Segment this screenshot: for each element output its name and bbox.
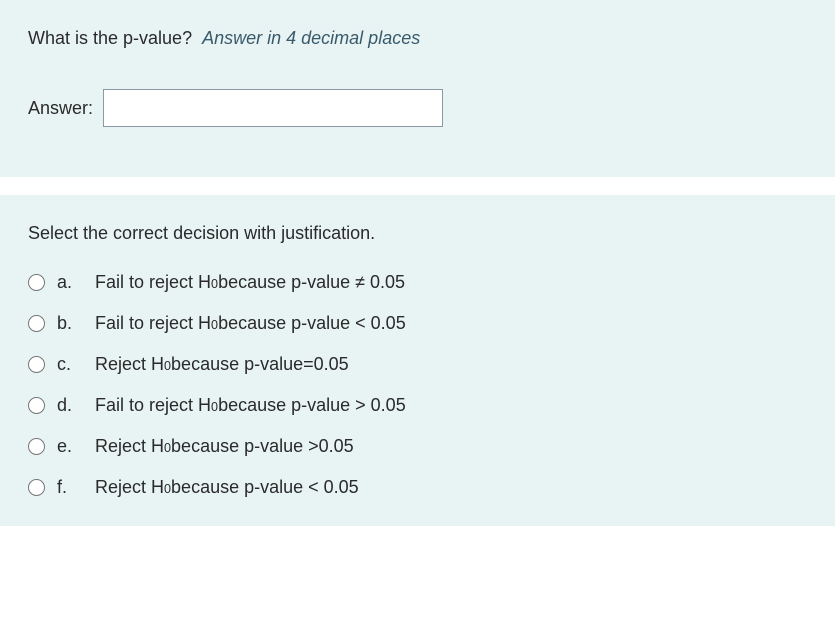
option-letter: a.	[57, 272, 83, 293]
option-text: Fail to reject H0 because p-value > 0.05	[95, 395, 406, 416]
answer-input[interactable]	[103, 89, 443, 127]
option-c[interactable]: c. Reject H0 because p-value=0.05	[28, 354, 807, 375]
option-letter: e.	[57, 436, 83, 457]
pvalue-question-block: What is the p-value? Answer in 4 decimal…	[0, 0, 835, 177]
option-f[interactable]: f. Reject H0 because p-value < 0.05	[28, 477, 807, 498]
radio-e[interactable]	[28, 438, 45, 455]
multiple-choice-block: Select the correct decision with justifi…	[0, 195, 835, 526]
question-instruction: Answer in 4 decimal places	[202, 28, 420, 48]
answer-row: Answer:	[28, 89, 807, 127]
option-letter: f.	[57, 477, 83, 498]
option-letter: d.	[57, 395, 83, 416]
option-d[interactable]: d. Fail to reject H0 because p-value > 0…	[28, 395, 807, 416]
radio-b[interactable]	[28, 315, 45, 332]
option-text: Reject H0 because p-value=0.05	[95, 354, 349, 375]
option-letter: b.	[57, 313, 83, 334]
question-text: What is the p-value? Answer in 4 decimal…	[28, 28, 807, 49]
radio-a[interactable]	[28, 274, 45, 291]
question-main-text: What is the p-value?	[28, 28, 192, 48]
option-text: Fail to reject H0 because p-value < 0.05	[95, 313, 406, 334]
option-text: Fail to reject H0 because p-value ≠ 0.05	[95, 272, 405, 293]
radio-d[interactable]	[28, 397, 45, 414]
option-e[interactable]: e. Reject H0 because p-value >0.05	[28, 436, 807, 457]
option-text: Reject H0 because p-value >0.05	[95, 436, 354, 457]
radio-f[interactable]	[28, 479, 45, 496]
options-list: a. Fail to reject H0 because p-value ≠ 0…	[28, 272, 807, 498]
answer-label: Answer:	[28, 98, 93, 119]
radio-c[interactable]	[28, 356, 45, 373]
option-letter: c.	[57, 354, 83, 375]
option-b[interactable]: b. Fail to reject H0 because p-value < 0…	[28, 313, 807, 334]
mc-question-text: Select the correct decision with justifi…	[28, 223, 807, 244]
option-a[interactable]: a. Fail to reject H0 because p-value ≠ 0…	[28, 272, 807, 293]
option-text: Reject H0 because p-value < 0.05	[95, 477, 359, 498]
